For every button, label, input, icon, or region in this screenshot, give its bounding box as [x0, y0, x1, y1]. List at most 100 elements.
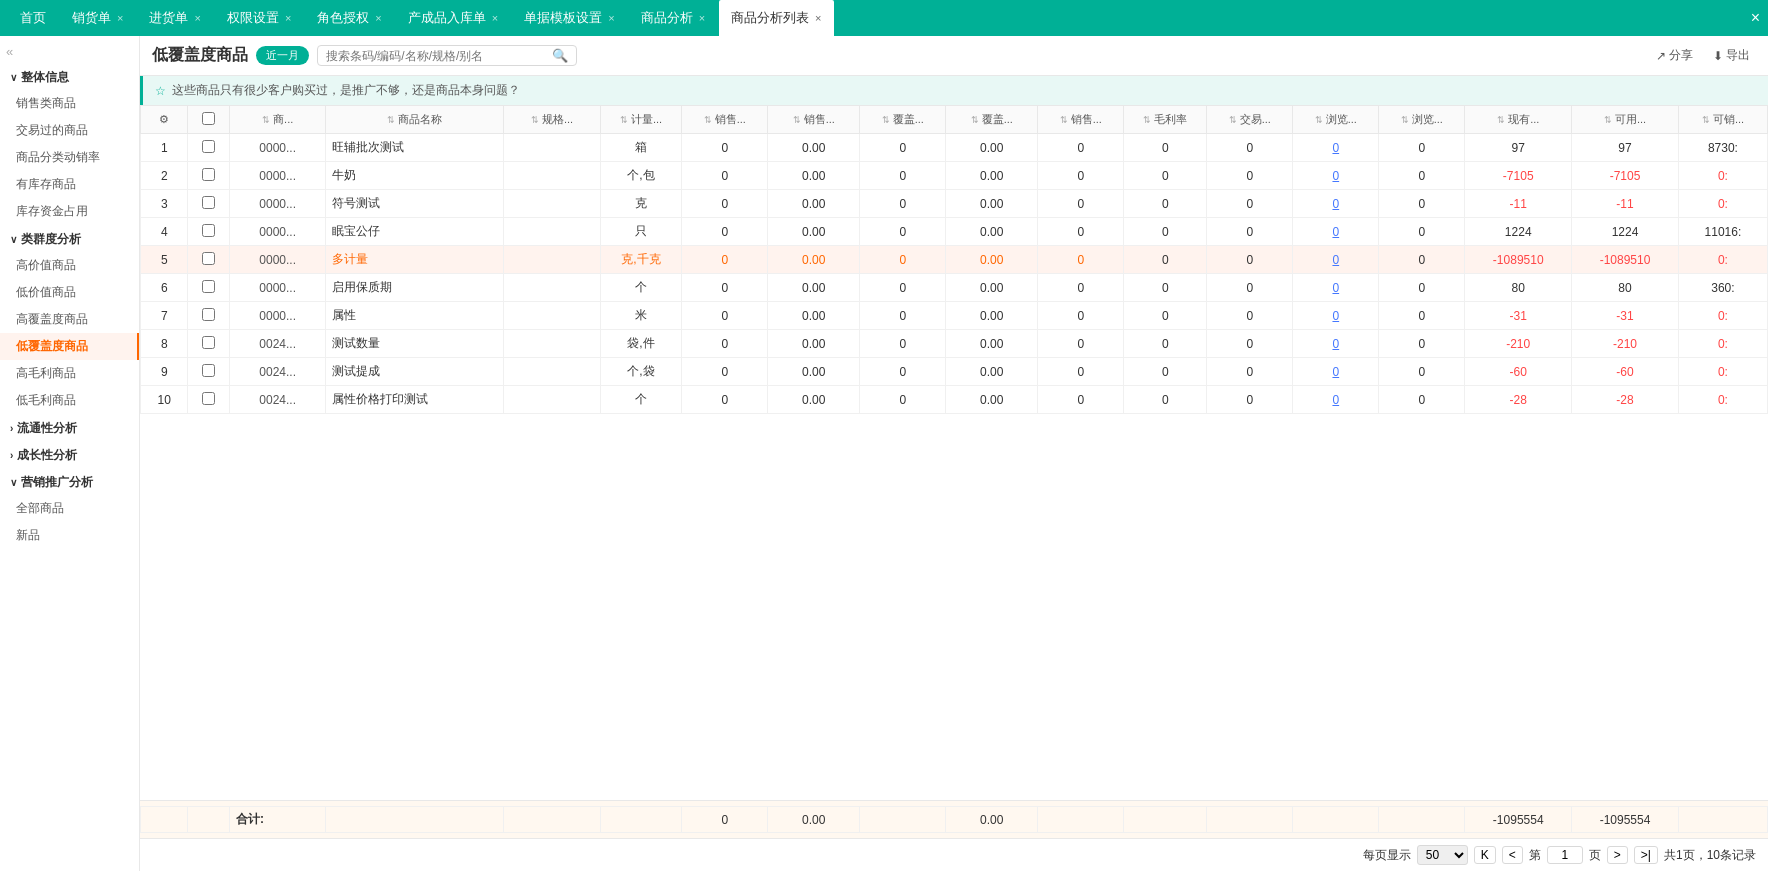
- row-browse1[interactable]: 0: [1293, 134, 1379, 162]
- sidebar-item-traded-goods[interactable]: 交易过的商品: [0, 117, 139, 144]
- sidebar-section-cluster[interactable]: ∨ 类群度分析: [0, 225, 139, 252]
- row-available: 80: [1572, 274, 1679, 302]
- first-page-btn[interactable]: K: [1474, 846, 1496, 864]
- row-checkbox[interactable]: [202, 336, 215, 349]
- select-all-checkbox[interactable]: [202, 112, 215, 125]
- col-settings[interactable]: ⚙: [141, 106, 188, 134]
- row-checkbox[interactable]: [202, 224, 215, 237]
- sidebar-item-sales-goods[interactable]: 销售类商品: [0, 90, 139, 117]
- row-check[interactable]: [188, 302, 230, 330]
- sidebar-item-high-coverage[interactable]: 高覆盖度商品: [0, 306, 139, 333]
- row-browse1[interactable]: 0: [1293, 274, 1379, 302]
- row-spec: [504, 358, 600, 386]
- nav-close-roles[interactable]: ×: [375, 12, 381, 24]
- sidebar-section-overall[interactable]: ∨ 整体信息: [0, 63, 139, 90]
- date-filter-btn[interactable]: 近一月: [256, 46, 309, 65]
- page-number-input[interactable]: [1547, 846, 1583, 864]
- row-sales1: 0: [682, 274, 768, 302]
- search-input[interactable]: [326, 49, 552, 63]
- row-name[interactable]: 属性: [326, 302, 504, 330]
- sidebar-item-high-value[interactable]: 高价值商品: [0, 252, 139, 279]
- sidebar-item-low-coverage[interactable]: 低覆盖度商品: [0, 333, 139, 360]
- share-btn[interactable]: ↗ 分享: [1650, 44, 1699, 67]
- export-btn[interactable]: ⬇ 导出: [1707, 44, 1756, 67]
- row-browse1[interactable]: 0: [1293, 386, 1379, 414]
- table-header-row: ⚙ ⇅ 商... ⇅ 商品名称 ⇅ 规格... ⇅ 计量... ⇅ 销售... …: [141, 106, 1768, 134]
- next-page-btn[interactable]: >: [1607, 846, 1628, 864]
- sidebar-section-flow[interactable]: › 流通性分析: [0, 414, 139, 441]
- sidebar-section-marketing[interactable]: ∨ 营销推广分析: [0, 468, 139, 495]
- row-check[interactable]: [188, 358, 230, 386]
- nav-close-sales[interactable]: ×: [117, 12, 123, 24]
- sidebar-item-new-goods[interactable]: 新品: [0, 522, 139, 549]
- row-checkbox[interactable]: [202, 280, 215, 293]
- row-name[interactable]: 启用保质期: [326, 274, 504, 302]
- row-name[interactable]: 眠宝公仔: [326, 218, 504, 246]
- sidebar-section-growth[interactable]: › 成长性分析: [0, 441, 139, 468]
- row-check[interactable]: [188, 218, 230, 246]
- row-checkbox[interactable]: [202, 308, 215, 321]
- last-page-btn[interactable]: >|: [1634, 846, 1658, 864]
- row-browse1[interactable]: 0: [1293, 162, 1379, 190]
- row-check[interactable]: [188, 330, 230, 358]
- nav-permissions[interactable]: 权限设置 ×: [215, 0, 303, 36]
- row-browse2: 0: [1379, 134, 1465, 162]
- sidebar-item-low-value[interactable]: 低价值商品: [0, 279, 139, 306]
- row-name[interactable]: 测试提成: [326, 358, 504, 386]
- row-browse1[interactable]: 0: [1293, 330, 1379, 358]
- row-sales3: 0: [1038, 190, 1124, 218]
- row-name[interactable]: 牛奶: [326, 162, 504, 190]
- row-name[interactable]: 旺辅批次测试: [326, 134, 504, 162]
- nav-purchase[interactable]: 进货单 ×: [137, 0, 212, 36]
- row-check[interactable]: [188, 134, 230, 162]
- row-check[interactable]: [188, 386, 230, 414]
- sidebar-item-category-rate[interactable]: 商品分类动销率: [0, 144, 139, 171]
- row-name[interactable]: 多计量: [326, 246, 504, 274]
- row-checkbox[interactable]: [202, 168, 215, 181]
- nav-close-product-analysis[interactable]: ×: [699, 12, 705, 24]
- sidebar-collapse-btn[interactable]: «: [6, 44, 13, 59]
- row-checkbox[interactable]: [202, 140, 215, 153]
- nav-product-analysis-list[interactable]: 商品分析列表 ×: [719, 0, 833, 36]
- row-check[interactable]: [188, 190, 230, 218]
- sidebar-item-all-goods[interactable]: 全部商品: [0, 495, 139, 522]
- nav-finished-goods[interactable]: 产成品入库单 ×: [396, 0, 510, 36]
- row-checkbox[interactable]: [202, 252, 215, 265]
- row-unit: 个,包: [600, 162, 682, 190]
- row-name[interactable]: 测试数量: [326, 330, 504, 358]
- row-check[interactable]: [188, 162, 230, 190]
- row-checkbox[interactable]: [202, 392, 215, 405]
- sidebar-item-in-stock[interactable]: 有库存商品: [0, 171, 139, 198]
- row-browse1[interactable]: 0: [1293, 358, 1379, 386]
- row-checkbox[interactable]: [202, 364, 215, 377]
- nav-close-all[interactable]: ×: [1751, 9, 1760, 27]
- nav-close-product-analysis-list[interactable]: ×: [815, 12, 821, 24]
- sidebar-item-stock-capital[interactable]: 库存资金占用: [0, 198, 139, 225]
- nav-close-templates[interactable]: ×: [608, 12, 614, 24]
- col-checkbox[interactable]: [188, 106, 230, 134]
- sidebar-item-low-margin[interactable]: 低毛利商品: [0, 387, 139, 414]
- row-name[interactable]: 属性价格打印测试: [326, 386, 504, 414]
- row-browse1[interactable]: 0: [1293, 190, 1379, 218]
- nav-close-permissions[interactable]: ×: [285, 12, 291, 24]
- row-check[interactable]: [188, 246, 230, 274]
- nav-product-analysis[interactable]: 商品分析 ×: [629, 0, 717, 36]
- row-check[interactable]: [188, 274, 230, 302]
- nav-close-finished-goods[interactable]: ×: [492, 12, 498, 24]
- nav-sales[interactable]: 销货单 ×: [60, 0, 135, 36]
- prev-page-btn[interactable]: <: [1502, 846, 1523, 864]
- search-icon[interactable]: 🔍: [552, 48, 568, 63]
- nav-home[interactable]: 首页: [8, 0, 58, 36]
- nav-templates[interactable]: 单据模板设置 ×: [512, 0, 626, 36]
- table-row: 2 0000... 牛奶 个,包 0 0.00 0 0.00 0 0 0 0 0…: [141, 162, 1768, 190]
- row-browse1[interactable]: 0: [1293, 218, 1379, 246]
- row-cover2: 0.00: [946, 190, 1038, 218]
- page-size-select[interactable]: 50 100 200: [1417, 845, 1468, 865]
- sidebar-item-high-margin[interactable]: 高毛利商品: [0, 360, 139, 387]
- nav-close-purchase[interactable]: ×: [194, 12, 200, 24]
- row-checkbox[interactable]: [202, 196, 215, 209]
- row-browse1[interactable]: 0: [1293, 302, 1379, 330]
- row-name[interactable]: 符号测试: [326, 190, 504, 218]
- nav-roles[interactable]: 角色授权 ×: [305, 0, 393, 36]
- row-browse1[interactable]: 0: [1293, 246, 1379, 274]
